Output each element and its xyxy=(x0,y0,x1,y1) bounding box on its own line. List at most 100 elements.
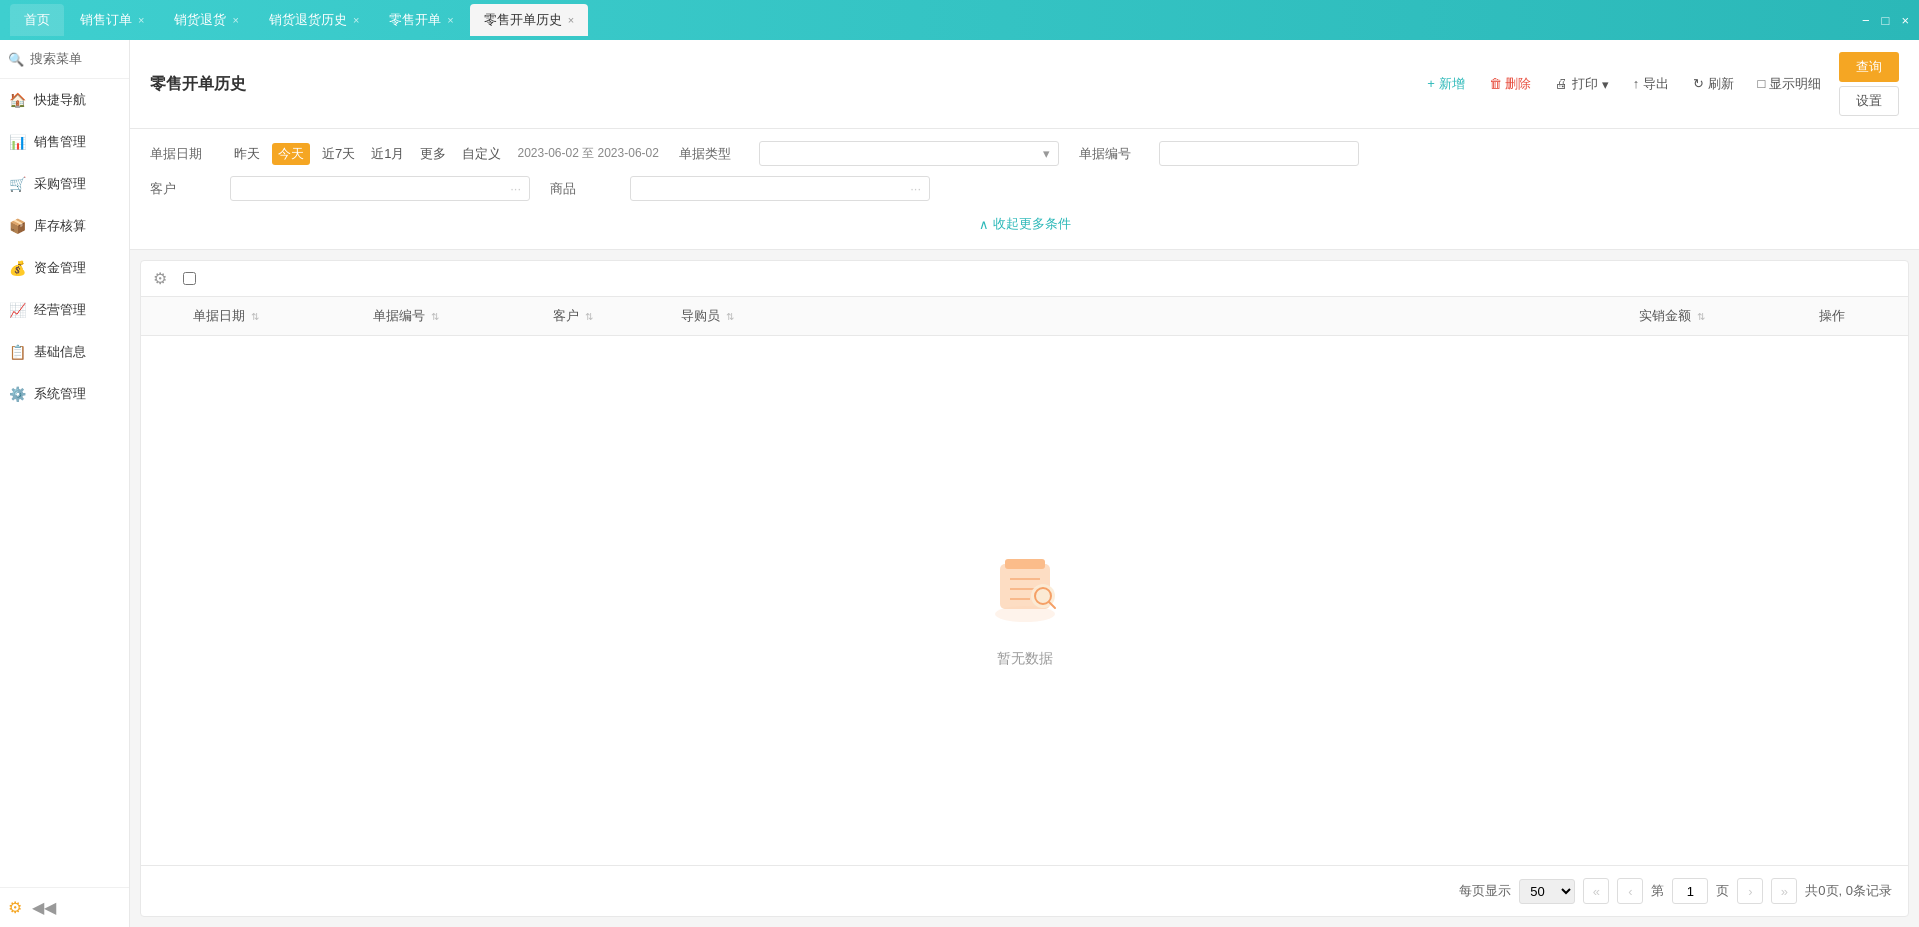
goods-input[interactable]: ··· xyxy=(630,176,930,201)
basic-info-icon: 📋 xyxy=(8,343,26,361)
data-table: 单据日期 ⇅ 单据编号 ⇅ 客户 ⇅ 导购员 ⇅ xyxy=(141,297,1908,336)
goods-picker-icon[interactable]: ··· xyxy=(910,181,921,196)
last-page-icon: » xyxy=(1781,884,1788,899)
th-date[interactable]: 单据日期 ⇅ xyxy=(181,297,361,336)
next-page-button[interactable]: › xyxy=(1737,878,1763,904)
sidebar-item-quick-nav-label: 快捷导航 xyxy=(34,91,86,109)
tab-retail-open[interactable]: 零售开单 × xyxy=(375,4,467,36)
th-date-sort-icon[interactable]: ⇅ xyxy=(251,311,259,322)
sidebar-item-finance[interactable]: 💰 资金管理 xyxy=(0,247,129,289)
last-page-button[interactable]: » xyxy=(1771,878,1797,904)
tab-sales-order-label: 销售订单 xyxy=(80,11,132,29)
th-guide-sort-icon[interactable]: ⇅ xyxy=(726,311,734,322)
doc-no-input[interactable] xyxy=(1159,141,1359,166)
sidebar-item-sys-mgmt-label: 系统管理 xyxy=(34,385,86,403)
print-button[interactable]: 🖨 打印 ▾ xyxy=(1549,71,1615,97)
date-opt-last1m[interactable]: 近1月 xyxy=(367,143,408,165)
date-opt-today[interactable]: 今天 xyxy=(272,143,310,165)
doc-type-select[interactable]: ▾ xyxy=(759,141,1059,166)
page-number-input[interactable] xyxy=(1672,878,1708,904)
sidebar-item-basic-info[interactable]: 📋 基础信息 xyxy=(0,331,129,373)
page-size-select[interactable]: 50 10 20 100 xyxy=(1519,879,1575,904)
export-button[interactable]: ↑ 导出 xyxy=(1627,71,1675,97)
tab-sales-return-history-close[interactable]: × xyxy=(353,14,359,26)
tab-sales-return-close[interactable]: × xyxy=(232,14,238,26)
tab-sales-order[interactable]: 销售订单 × xyxy=(66,4,158,36)
table-area: ⚙ 单据日期 ⇅ 单据编号 ⇅ xyxy=(140,260,1909,917)
purchase-icon: 🛒 xyxy=(8,175,26,193)
th-date-label: 单据日期 xyxy=(193,308,245,323)
date-filter-label: 单据日期 xyxy=(150,145,210,163)
svg-rect-2 xyxy=(1005,559,1045,569)
search-icon: 🔍 xyxy=(8,52,24,67)
add-button[interactable]: + 新增 xyxy=(1421,71,1470,97)
tab-retail-open-history[interactable]: 零售开单历史 × xyxy=(470,4,588,36)
date-opt-more[interactable]: 更多 xyxy=(416,143,450,165)
th-no-sort-icon[interactable]: ⇅ xyxy=(431,311,439,322)
close-button[interactable]: × xyxy=(1901,13,1909,28)
settings-gear-icon[interactable]: ⚙ xyxy=(8,898,22,917)
date-opt-yesterday[interactable]: 昨天 xyxy=(230,143,264,165)
select-all-checkbox[interactable] xyxy=(183,272,196,285)
th-customer-sort-icon[interactable]: ⇅ xyxy=(585,311,593,322)
filter-row-2: 客户 ··· 商品 ··· xyxy=(150,176,1899,201)
add-label: + 新增 xyxy=(1427,75,1464,93)
sidebar-item-purchase-mgmt[interactable]: 🛒 采购管理 xyxy=(0,163,129,205)
table-settings-icon[interactable]: ⚙ xyxy=(153,269,167,288)
sidebar-item-operation-label: 经营管理 xyxy=(34,301,86,319)
sidebar-item-operation[interactable]: 📈 经营管理 xyxy=(0,289,129,331)
sidebar-item-quick-nav[interactable]: 🏠 快捷导航 xyxy=(0,79,129,121)
th-guide[interactable]: 导购员 ⇅ xyxy=(669,297,823,336)
collapse-filter-button[interactable]: ∧ 收起更多条件 xyxy=(150,211,1899,237)
tab-sales-order-close[interactable]: × xyxy=(138,14,144,26)
tab-retail-open-label: 零售开单 xyxy=(389,11,441,29)
prev-page-button[interactable]: ‹ xyxy=(1617,878,1643,904)
print-label: 🖨 打印 xyxy=(1555,75,1598,93)
tab-sales-return[interactable]: 销货退货 × xyxy=(160,4,252,36)
sidebar-item-purchase-mgmt-label: 采购管理 xyxy=(34,175,86,193)
th-customer[interactable]: 客户 ⇅ xyxy=(541,297,669,336)
refresh-button[interactable]: ↻ 刷新 xyxy=(1687,71,1740,97)
th-spacer xyxy=(823,297,1627,336)
th-amount-sort-icon[interactable]: ⇅ xyxy=(1697,311,1705,322)
query-button[interactable]: 查询 xyxy=(1839,52,1899,82)
customer-field[interactable] xyxy=(239,181,510,196)
date-opt-last7[interactable]: 近7天 xyxy=(318,143,359,165)
inventory-icon: 📦 xyxy=(8,217,26,235)
minimize-button[interactable]: − xyxy=(1862,13,1870,28)
delete-label: 🗑 删除 xyxy=(1489,75,1532,93)
tab-retail-open-history-close[interactable]: × xyxy=(568,14,574,26)
page-title: 零售开单历史 xyxy=(150,74,246,95)
page-header: 零售开单历史 + 新增 🗑 删除 🖨 打印 ▾ ↑ 导出 ↻ 刷新 xyxy=(130,40,1919,129)
settings-button[interactable]: 设置 xyxy=(1839,86,1899,116)
restore-button[interactable]: □ xyxy=(1882,13,1890,28)
table-header: 单据日期 ⇅ 单据编号 ⇅ 客户 ⇅ 导购员 ⇅ xyxy=(141,297,1908,336)
show-detail-button[interactable]: □ 显示明细 xyxy=(1752,71,1827,97)
sidebar-item-sys-mgmt[interactable]: ⚙️ 系统管理 xyxy=(0,373,129,415)
date-options: 昨天 今天 近7天 近1月 更多 自定义 2023-06-02 至 2023-0… xyxy=(230,143,659,165)
tab-sales-return-history[interactable]: 销货退货历史 × xyxy=(255,4,373,36)
goods-field[interactable] xyxy=(639,181,910,196)
th-amount-label: 实销金额 xyxy=(1639,308,1691,323)
content-area: 零售开单历史 + 新增 🗑 删除 🖨 打印 ▾ ↑ 导出 ↻ 刷新 xyxy=(130,40,1919,927)
customer-picker-icon[interactable]: ··· xyxy=(510,181,521,196)
sidebar-collapse-icon[interactable]: ◀◀ xyxy=(32,898,56,917)
delete-button[interactable]: 🗑 删除 xyxy=(1483,71,1538,97)
print-dropdown-icon[interactable]: ▾ xyxy=(1602,77,1609,92)
th-amount[interactable]: 实销金额 ⇅ xyxy=(1627,297,1807,336)
th-no[interactable]: 单据编号 ⇅ xyxy=(361,297,541,336)
doc-no-label: 单据编号 xyxy=(1079,145,1139,163)
customer-input[interactable]: ··· xyxy=(230,176,530,201)
sidebar-search[interactable]: 🔍 搜索菜单 xyxy=(0,40,129,79)
th-customer-label: 客户 xyxy=(553,308,579,323)
tab-retail-open-close[interactable]: × xyxy=(447,14,453,26)
tab-home[interactable]: 首页 xyxy=(10,4,64,36)
first-page-button[interactable]: « xyxy=(1583,878,1609,904)
toolbar: + 新增 🗑 删除 🖨 打印 ▾ ↑ 导出 ↻ 刷新 □ 显示明细 xyxy=(1421,52,1899,116)
sidebar-item-inventory-label: 库存核算 xyxy=(34,217,86,235)
sidebar-item-sales-mgmt[interactable]: 📊 销售管理 xyxy=(0,121,129,163)
doc-no-field[interactable] xyxy=(1168,146,1350,161)
date-opt-custom[interactable]: 自定义 xyxy=(458,143,505,165)
operation-icon: 📈 xyxy=(8,301,26,319)
sidebar-item-inventory[interactable]: 📦 库存核算 xyxy=(0,205,129,247)
